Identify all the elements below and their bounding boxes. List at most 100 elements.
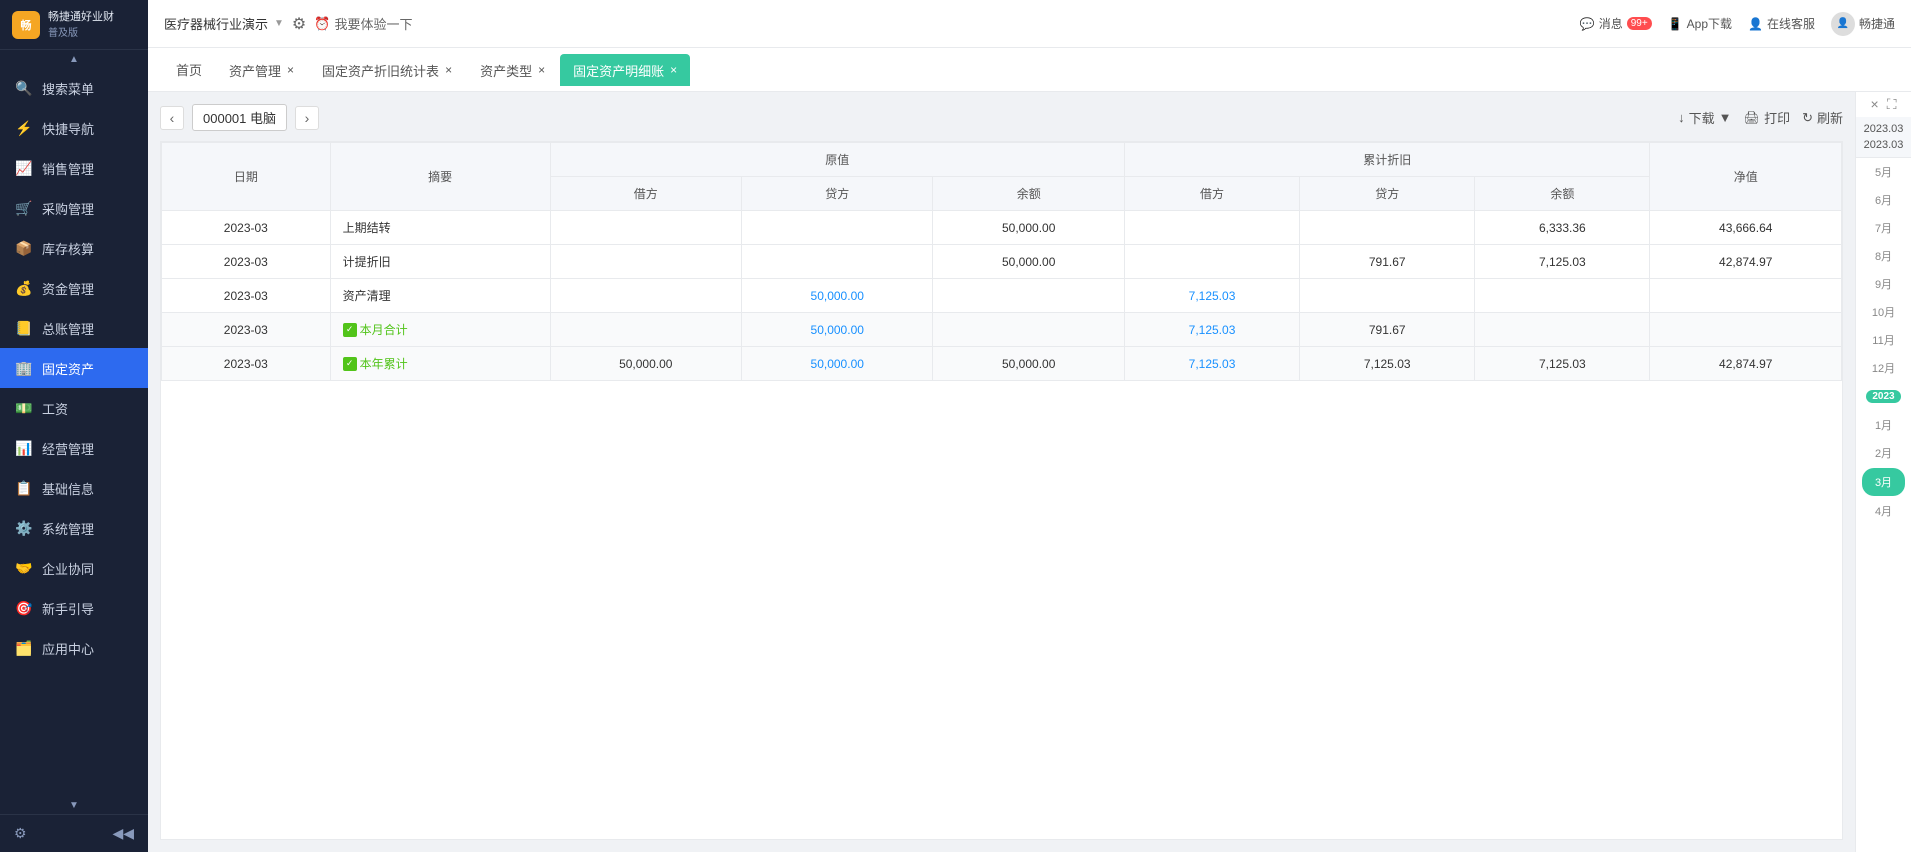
sidebar-item-label: 应用中心 [42, 639, 94, 658]
sidebar-item-label: 销售管理 [42, 159, 94, 178]
timeline-month-item[interactable]: 11月 [1856, 326, 1911, 354]
cell-net-value: 43,666.64 [1650, 211, 1842, 245]
timeline-year-badge[interactable]: 2023 [1856, 382, 1911, 411]
sidebar-item-enterprise[interactable]: 🤝 企业协同 [0, 548, 148, 588]
sidebar-item-guide[interactable]: 🎯 新手引导 [0, 588, 148, 628]
app-center-icon: 🗂️ [14, 638, 34, 658]
tab-home[interactable]: 首页 [164, 54, 214, 85]
download-arrow-icon: ▼ [1719, 110, 1732, 125]
ledger-icon: 📒 [14, 318, 34, 338]
timeline-month-item[interactable]: 2月 [1856, 439, 1911, 467]
cell-dep-balance [1475, 313, 1650, 347]
sidebar-item-quick-nav[interactable]: ⚡ 快捷导航 [0, 108, 148, 148]
scroll-up[interactable]: ▲ [0, 50, 148, 68]
app-download-action[interactable]: 📱 App下载 [1668, 15, 1732, 32]
timeline-month-item[interactable]: 12月 [1856, 354, 1911, 382]
cell-orig-balance [933, 313, 1124, 347]
cell-dep-debit: 7,125.03 [1124, 347, 1299, 381]
timeline-month-item[interactable]: 5月 [1856, 158, 1911, 186]
tab-depreciation-stat[interactable]: 固定资产折旧统计表 × [309, 54, 465, 86]
print-button[interactable]: 🖨 打印 [1744, 108, 1791, 127]
download-button[interactable]: ↓ 下载 ▼ [1678, 108, 1731, 127]
print-label: 打印 [1764, 108, 1790, 127]
sidebar-item-app-center[interactable]: 🗂️ 应用中心 [0, 628, 148, 668]
sidebar-item-ledger[interactable]: 📒 总账管理 [0, 308, 148, 348]
header-right: 💬 消息 99+ 📱 App下载 👤 在线客服 👤 畅捷通 [1580, 12, 1895, 36]
message-icon: 💬 [1580, 17, 1595, 31]
sidebar-item-inventory[interactable]: 📦 库存核算 [0, 228, 148, 268]
timeline-month-item[interactable]: 10月 [1856, 298, 1911, 326]
next-arrow-button[interactable]: › [295, 106, 319, 130]
tab-close-icon[interactable]: × [287, 63, 294, 77]
timeline-month-item[interactable]: 6月 [1856, 186, 1911, 214]
tab-asset-type[interactable]: 资产类型 × [467, 54, 558, 86]
cell-orig-debit [550, 245, 741, 279]
avatar: 👤 [1831, 12, 1855, 36]
refresh-label: 刷新 [1817, 108, 1843, 127]
cell-dep-debit [1124, 211, 1299, 245]
cell-orig-balance [933, 279, 1124, 313]
close-panel-icon[interactable]: × [1871, 96, 1879, 113]
timeline-items: 5月6月7月8月9月10月11月12月20231月2月3月4月 [1856, 158, 1911, 852]
logo-icon: 畅 [12, 11, 40, 39]
sidebar-settings-icon[interactable]: ⚙ [14, 825, 27, 842]
prev-arrow-button[interactable]: ‹ [160, 106, 184, 130]
sidebar-item-label: 库存核算 [42, 239, 94, 258]
timeline-month-item[interactable]: 8月 [1856, 242, 1911, 270]
sidebar-item-system[interactable]: ⚙️ 系统管理 [0, 508, 148, 548]
tab-close-icon[interactable]: × [538, 63, 545, 77]
customer-service-action[interactable]: 👤 在线客服 [1748, 15, 1815, 32]
sidebar-item-basic-info[interactable]: 📋 基础信息 [0, 468, 148, 508]
cell-summary: 计提折旧 [330, 245, 550, 279]
timeline-month-item[interactable]: 9月 [1856, 270, 1911, 298]
sidebar-item-purchase[interactable]: 🛒 采购管理 [0, 188, 148, 228]
sidebar-item-sales[interactable]: 📈 销售管理 [0, 148, 148, 188]
sidebar-item-label: 企业协同 [42, 559, 94, 578]
cell-dep-credit [1300, 211, 1475, 245]
timeline-header: 2023.03 2023.03 [1856, 117, 1911, 158]
sidebar-item-fixed-assets[interactable]: 🏢 固定资产 [0, 348, 148, 388]
company-dropdown-icon: ▼ [274, 18, 284, 29]
cell-date: 2023-03 [162, 279, 331, 313]
tab-close-icon[interactable]: × [670, 63, 677, 77]
cell-net-value [1650, 279, 1842, 313]
scroll-down[interactable]: ▼ [0, 796, 148, 814]
enterprise-icon: 🤝 [14, 558, 34, 578]
header-settings-icon[interactable]: ⚙ [292, 14, 306, 34]
message-label: 消息 [1599, 15, 1623, 32]
message-action[interactable]: 💬 消息 99+ [1580, 15, 1652, 32]
user-action[interactable]: 👤 畅捷通 [1831, 12, 1895, 36]
cell-dep-debit [1124, 245, 1299, 279]
cell-date: 2023-03 [162, 245, 331, 279]
tab-close-icon[interactable]: × [445, 63, 452, 77]
timeline-month-item[interactable]: 3月 [1862, 468, 1905, 496]
service-label: 在线客服 [1767, 15, 1815, 32]
sidebar-collapse-icon[interactable]: ◀◀ [112, 825, 134, 842]
expand-panel-icon[interactable]: ⛶ [1887, 96, 1897, 113]
app-download-label: App下载 [1687, 15, 1732, 32]
cell-orig-debit [550, 279, 741, 313]
content: ‹ 000001 电脑 › ↓ 下载 ▼ � [148, 92, 1911, 852]
data-table: 日期 摘要 原值 累计折旧 净值 借方 贷方 余额 借方 贷方 余额 [161, 142, 1842, 381]
experience-icon: ⏰ [314, 16, 330, 32]
timeline-month-item[interactable]: 1月 [1856, 411, 1911, 439]
sidebar-item-search[interactable]: 🔍 搜索菜单 [0, 68, 148, 108]
sidebar-item-operations[interactable]: 📊 经营管理 [0, 428, 148, 468]
sidebar-item-label: 采购管理 [42, 199, 94, 218]
col-dep-credit: 贷方 [1300, 177, 1475, 211]
cell-orig-debit [550, 313, 741, 347]
sidebar-item-label: 系统管理 [42, 519, 94, 538]
refresh-button[interactable]: ↻ 刷新 [1802, 108, 1843, 127]
sidebar-item-funds[interactable]: 💰 资金管理 [0, 268, 148, 308]
timeline-month-item[interactable]: 4月 [1856, 497, 1911, 525]
sidebar-item-label: 总账管理 [42, 319, 94, 338]
cell-orig-credit [742, 211, 933, 245]
sidebar-item-label: 工资 [42, 399, 68, 418]
company-selector[interactable]: 医疗器械行业演示 ▼ [164, 14, 284, 33]
sidebar-item-payroll[interactable]: 💵 工资 [0, 388, 148, 428]
tab-asset-mgmt[interactable]: 资产管理 × [216, 54, 307, 86]
tab-asset-detail[interactable]: 固定资产明细账 × [560, 54, 690, 86]
cell-date: 2023-03 [162, 211, 331, 245]
experience-button[interactable]: ⏰ 我要体验一下 [314, 14, 412, 33]
timeline-month-item[interactable]: 7月 [1856, 214, 1911, 242]
